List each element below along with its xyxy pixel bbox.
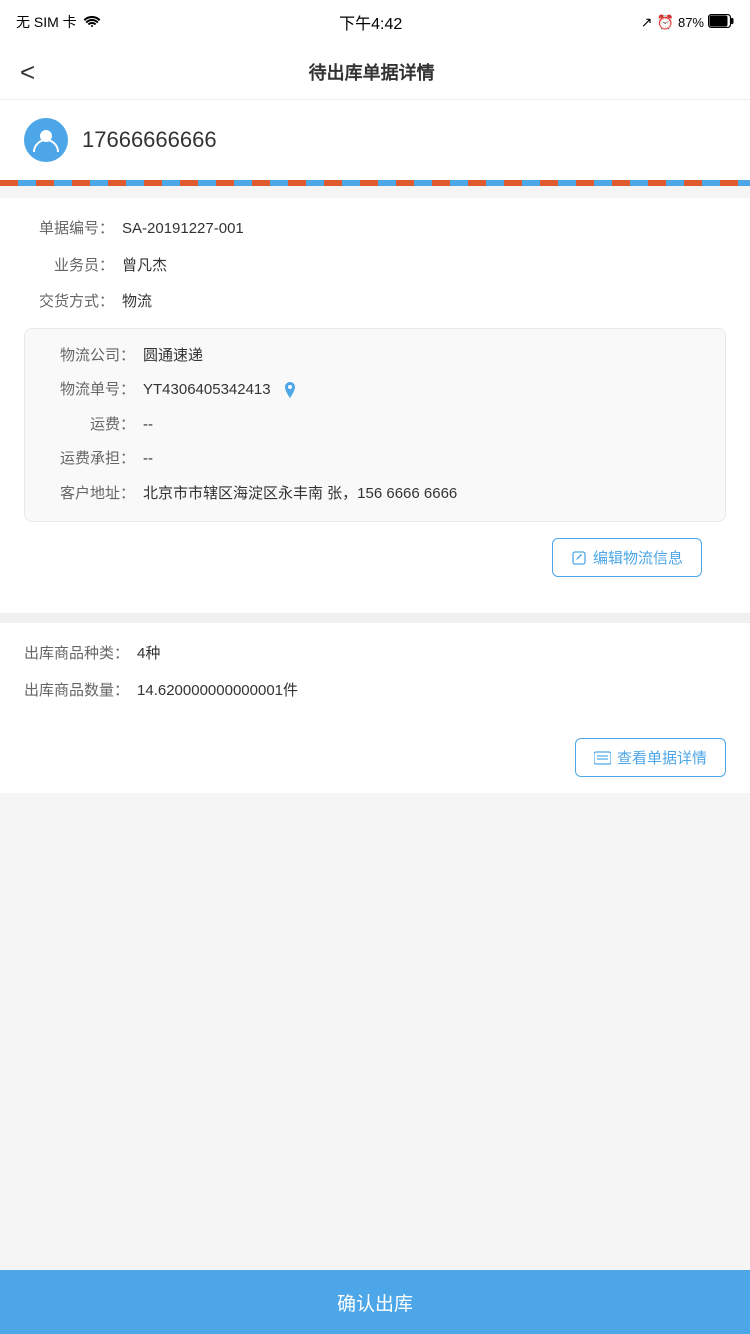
sales-rep-value: 曾凡杰	[122, 255, 726, 278]
delivery-method-label: 交货方式：	[24, 291, 114, 314]
section-separator	[0, 613, 750, 623]
page-title: 待出库单据详情	[43, 59, 700, 85]
dashed-divider	[0, 180, 750, 186]
freight-bearer-label: 运费承担：	[45, 448, 135, 471]
battery-percentage: 87%	[678, 15, 704, 30]
nav-bar: < 待出库单据详情	[0, 44, 750, 100]
logistics-company-row: 物流公司： 圆通速递	[45, 345, 705, 368]
goods-section: 出库商品种类： 4种 出库商品数量： 14.620000000000001件	[0, 623, 750, 722]
back-button[interactable]: <	[20, 55, 43, 89]
order-info-section: 单据编号： SA-20191227-001 业务员： 曾凡杰 交货方式： 物流 …	[0, 198, 750, 613]
location-icon: ↗	[641, 14, 653, 31]
list-icon	[594, 751, 611, 765]
status-bar: 无 SIM 卡 下午4:42 ↗ ⏰ 87%	[0, 0, 750, 44]
tracking-number-row: 物流单号： YT4306405342413	[45, 379, 705, 402]
freight-value: --	[143, 414, 705, 437]
goods-quantity-label: 出库商品数量：	[24, 680, 129, 703]
sales-rep-label: 业务员：	[24, 255, 114, 278]
delivery-method-row: 交货方式： 物流	[24, 291, 726, 314]
edit-logistics-btn-wrapper: 编辑物流信息	[24, 522, 726, 593]
customer-avatar	[24, 118, 68, 162]
goods-quantity-value: 14.620000000000001件	[137, 680, 726, 703]
document-number-label: 单据编号：	[24, 218, 114, 241]
goods-type-value: 4种	[137, 643, 726, 666]
status-left: 无 SIM 卡	[16, 12, 101, 32]
freight-bearer-value: --	[143, 448, 705, 471]
view-detail-btn-wrapper: 查看单据详情	[0, 722, 750, 793]
logistics-company-label: 物流公司：	[45, 345, 135, 368]
location-pin-icon[interactable]	[279, 379, 301, 401]
document-number-row: 单据编号： SA-20191227-001	[24, 218, 726, 241]
document-number-value: SA-20191227-001	[122, 218, 726, 241]
customer-address-value: 北京市市辖区海淀区永丰南 张，156 6666 6666	[143, 483, 705, 506]
customer-address-label: 客户地址：	[45, 483, 135, 506]
confirm-button-label: 确认出库	[337, 1289, 413, 1316]
edit-logistics-label: 编辑物流信息	[593, 547, 683, 568]
status-time: 下午4:42	[339, 10, 402, 34]
freight-bearer-row: 运费承担： --	[45, 448, 705, 471]
tracking-number-label: 物流单号：	[45, 379, 135, 402]
bottom-pad	[0, 953, 750, 1033]
view-detail-button[interactable]: 查看单据详情	[575, 738, 726, 777]
view-detail-label: 查看单据详情	[617, 747, 707, 768]
customer-phone: 17666666666	[82, 127, 217, 153]
battery-icon	[708, 14, 734, 31]
delivery-method-value: 物流	[122, 291, 726, 314]
logistics-company-value: 圆通速递	[143, 345, 705, 368]
empty-space	[0, 793, 750, 953]
edit-logistics-button[interactable]: 编辑物流信息	[552, 538, 702, 577]
goods-quantity-row: 出库商品数量： 14.620000000000001件	[24, 680, 726, 703]
status-right: ↗ ⏰ 87%	[641, 14, 734, 31]
alarm-icon: ⏰	[657, 14, 674, 31]
tracking-number-text: YT4306405342413	[143, 379, 271, 402]
customer-address-row: 客户地址： 北京市市辖区海淀区永丰南 张，156 6666 6666	[45, 483, 705, 506]
logistics-card: 物流公司： 圆通速递 物流单号： YT4306405342413 运费： -- …	[24, 328, 726, 523]
customer-header: 17666666666	[0, 100, 750, 180]
wifi-icon	[83, 14, 101, 31]
sales-rep-row: 业务员： 曾凡杰	[24, 255, 726, 278]
tracking-number-value: YT4306405342413	[143, 379, 705, 402]
freight-label: 运费：	[45, 414, 135, 437]
freight-row: 运费： --	[45, 414, 705, 437]
goods-type-label: 出库商品种类：	[24, 643, 129, 666]
edit-icon	[571, 550, 587, 566]
goods-type-row: 出库商品种类： 4种	[24, 643, 726, 666]
confirm-bar[interactable]: 确认出库	[0, 1270, 750, 1334]
sim-status: 无 SIM 卡	[16, 12, 77, 32]
